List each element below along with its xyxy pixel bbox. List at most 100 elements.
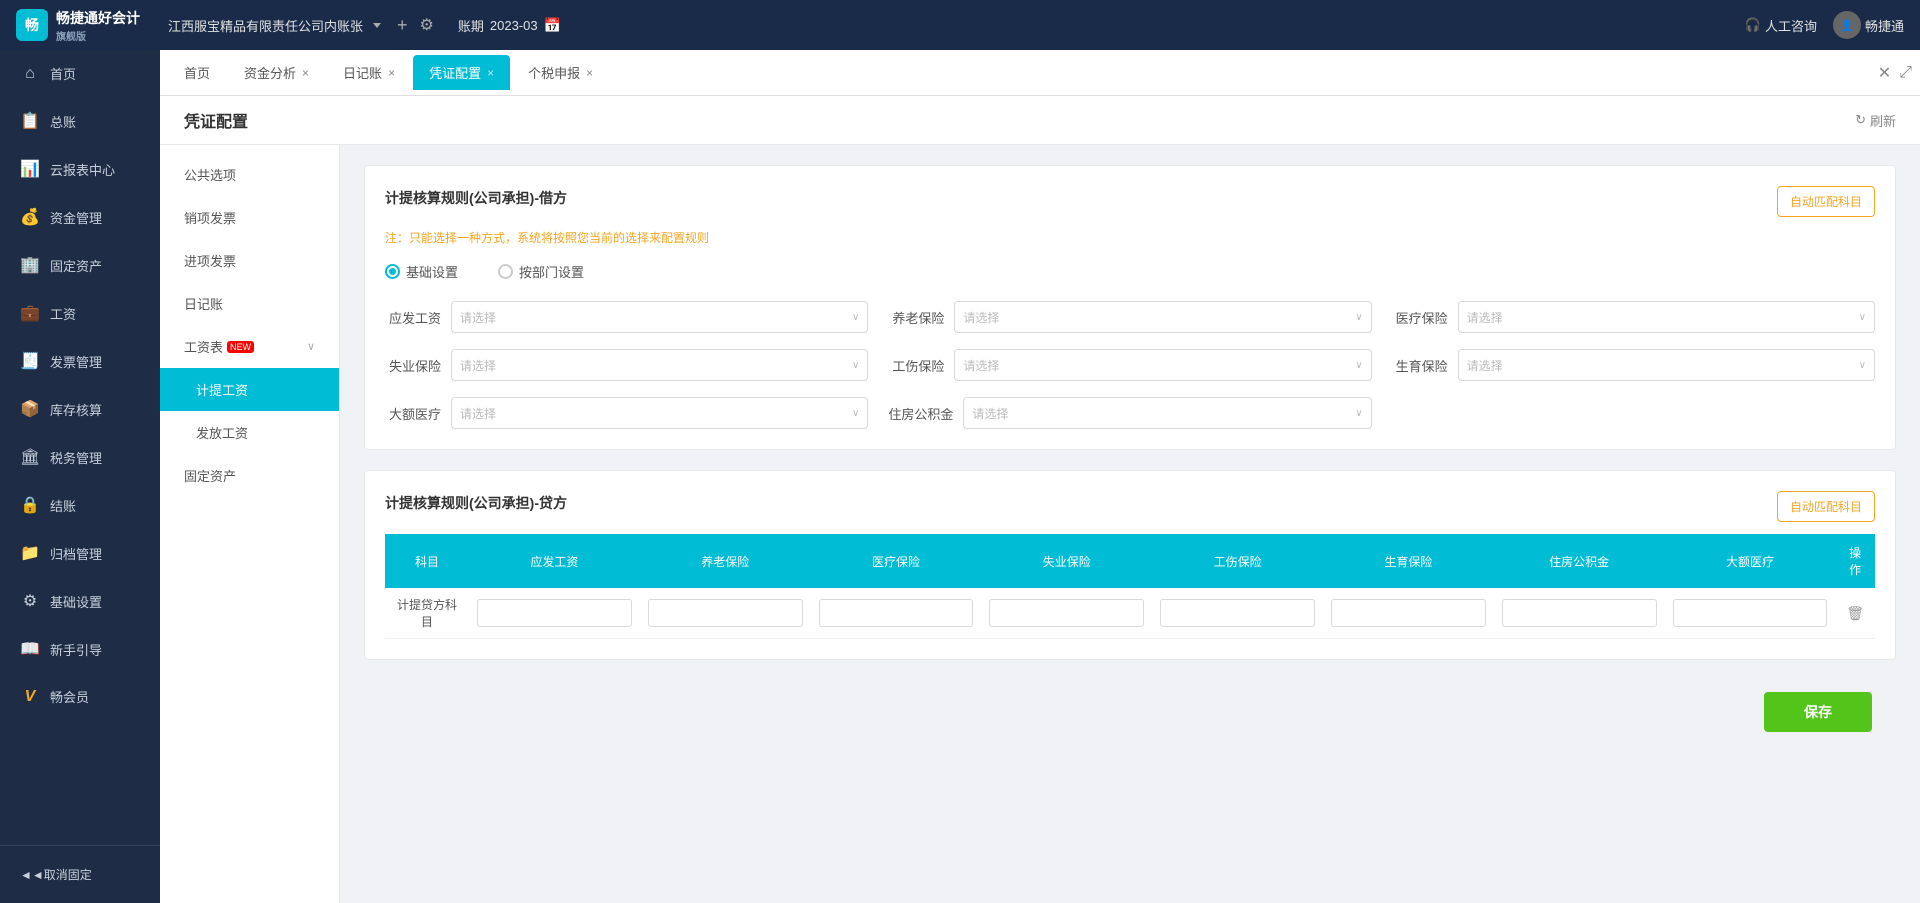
ledger-icon: 📋 — [20, 111, 40, 131]
input-credit-dae[interactable] — [1673, 599, 1828, 627]
sidebar-item-guide[interactable]: 📖 新手引导 — [0, 625, 160, 673]
sidebar-label-close: 结账 — [50, 496, 76, 515]
label-shengyu: 生育保险 — [1392, 356, 1448, 375]
input-credit-shiye[interactable] — [989, 599, 1144, 627]
col-subject: 科目 — [385, 534, 469, 588]
company-selector[interactable]: 江西服宝精品有限责任公司内账张 — [168, 16, 381, 35]
select-shengyu[interactable]: 请选择 ∨ — [1458, 349, 1875, 381]
input-credit-yiliao[interactable] — [819, 599, 974, 627]
refresh-icon: ↻ — [1855, 112, 1866, 128]
sidebar-item-tax[interactable]: 🏛 税务管理 — [0, 433, 160, 481]
tab-fund[interactable]: 资金分析 × — [228, 55, 325, 90]
period-selector[interactable]: 账期 2023-03 📅 — [458, 16, 561, 35]
sidebar-label-fund: 资金管理 — [50, 208, 102, 227]
sidebar-item-vip[interactable]: V 畅会员 — [0, 673, 160, 720]
credit-auto-match-btn[interactable]: 自动匹配科目 — [1777, 491, 1875, 522]
tab-tax-close[interactable]: × — [586, 66, 593, 80]
select-shengyu-arrow: ∨ — [1859, 360, 1866, 371]
tab-tax[interactable]: 个税申报 × — [512, 55, 609, 90]
table-header-row: 科目 应发工资 养老保险 医疗保险 失业保险 工伤保险 生育保险 住房公积金 大… — [385, 534, 1875, 588]
sub-item-journal-label: 日记账 — [184, 297, 223, 312]
tab-fund-close[interactable]: × — [302, 66, 309, 80]
user-profile[interactable]: 👤 畅捷通 — [1833, 11, 1904, 39]
sidebar-item-inventory[interactable]: 📦 库存核算 — [0, 385, 160, 433]
col-yiliao: 医疗保险 — [811, 534, 982, 588]
sidebar-item-archive[interactable]: 📁 归档管理 — [0, 529, 160, 577]
tab-close-all-icon[interactable]: ✕ — [1878, 63, 1891, 83]
select-shiye[interactable]: 请选择 ∨ — [451, 349, 868, 381]
sidebar-item-invoice[interactable]: 🧾 发票管理 — [0, 337, 160, 385]
select-dae[interactable]: 请选择 ∨ — [451, 397, 868, 429]
sub-item-journal[interactable]: 日记账 — [160, 282, 339, 325]
tab-expand-icon[interactable]: ⤢ — [1899, 64, 1912, 82]
select-gjj[interactable]: 请选择 ∨ — [963, 397, 1371, 429]
col-gjj: 住房公积金 — [1494, 534, 1665, 588]
tab-journal-close[interactable]: × — [388, 66, 395, 80]
form-item-dae: 大额医疗 请选择 ∨ — [385, 397, 868, 429]
radio-dept[interactable]: 按部门设置 — [498, 262, 584, 281]
salary-icon: 💼 — [20, 303, 40, 323]
sub-item-pay-salary[interactable]: 发放工资 — [160, 411, 339, 454]
sidebar-item-home[interactable]: ⌂ 首页 — [0, 50, 160, 97]
delete-icon[interactable]: 🗑 — [1846, 605, 1864, 621]
save-btn[interactable]: 保存 — [1764, 692, 1872, 732]
sidebar-label-invoice: 发票管理 — [50, 352, 102, 371]
col-dae: 大额医疗 — [1665, 534, 1836, 588]
sub-item-accrue-salary[interactable]: 计提工资 — [160, 368, 339, 411]
select-yanglao[interactable]: 请选择 ∨ — [954, 301, 1371, 333]
consult-btn[interactable]: 🎧 人工咨询 — [1745, 16, 1817, 35]
select-yiliao[interactable]: 请选择 ∨ — [1458, 301, 1875, 333]
tab-home[interactable]: 首页 — [168, 55, 226, 90]
sidebar-item-close[interactable]: 🔒 结账 — [0, 481, 160, 529]
select-gongshang[interactable]: 请选择 ∨ — [954, 349, 1371, 381]
select-shiye-placeholder: 请选择 — [460, 357, 496, 374]
sidebar-item-fund[interactable]: 💰 资金管理 — [0, 193, 160, 241]
debit-auto-match-btn[interactable]: 自动匹配科目 — [1777, 186, 1875, 217]
select-yingfa-arrow: ∨ — [852, 312, 859, 323]
input-credit-shengyu[interactable] — [1331, 599, 1486, 627]
sidebar-item-reports[interactable]: 📊 云报表中心 — [0, 145, 160, 193]
avatar: 👤 — [1833, 11, 1861, 39]
debit-form-grid: 应发工资 请选择 ∨ 养老保险 请选择 ∨ — [385, 301, 1875, 429]
sub-item-fixed-assets[interactable]: 固定资产 — [160, 454, 339, 497]
cell-dae — [1665, 588, 1836, 639]
input-credit-gjj[interactable] — [1502, 599, 1657, 627]
guide-icon: 📖 — [20, 639, 40, 659]
add-account-btn[interactable]: + — [397, 15, 408, 36]
sidebar-label-assets: 固定资产 — [50, 256, 102, 275]
tax-icon: 🏛 — [20, 447, 40, 467]
cancel-fixed-btn[interactable]: ◄◄取消固定 — [0, 856, 160, 893]
refresh-btn[interactable]: ↻ 刷新 — [1855, 111, 1896, 130]
radio-basic[interactable]: 基础设置 — [385, 262, 458, 281]
sub-item-purchase-invoice[interactable]: 进项发票 — [160, 239, 339, 282]
col-shengyu: 生育保险 — [1323, 534, 1494, 588]
tab-journal[interactable]: 日记账 × — [327, 55, 411, 90]
input-credit-yanglao[interactable] — [648, 599, 803, 627]
select-yingfa-placeholder: 请选择 — [460, 309, 496, 326]
sidebar-item-ledger[interactable]: 📋 总账 — [0, 97, 160, 145]
tab-voucher-close[interactable]: × — [487, 66, 494, 80]
sub-item-salary-table[interactable]: 工资表 NEW ∨ — [160, 325, 339, 368]
sidebar-item-salary[interactable]: 💼 工资 — [0, 289, 160, 337]
sidebar-item-assets[interactable]: 🏢 固定资产 — [0, 241, 160, 289]
label-gjj: 住房公积金 — [888, 404, 953, 423]
tab-home-label: 首页 — [184, 63, 210, 82]
input-credit-gongshang[interactable] — [1160, 599, 1315, 627]
sidebar-item-basic[interactable]: ⚙ 基础设置 — [0, 577, 160, 625]
input-credit-yingfa[interactable] — [477, 599, 632, 627]
app-name: 畅捷通好会计 — [56, 8, 140, 28]
archive-icon: 📁 — [20, 543, 40, 563]
radio-basic-circle — [385, 264, 400, 279]
debit-section-note: 注：只能选择一种方式，系统将按照您当前的选择来配置规则 — [385, 229, 1875, 246]
vip-icon: V — [20, 688, 40, 706]
settings-icon[interactable]: ⚙ — [420, 15, 434, 35]
select-yingfa[interactable]: 请选择 ∨ — [451, 301, 868, 333]
tab-voucher-config[interactable]: 凭证配置 × — [413, 55, 510, 90]
cell-op: 🗑 — [1835, 588, 1875, 639]
calendar-icon: 📅 — [544, 17, 561, 34]
label-yingfa: 应发工资 — [385, 308, 441, 327]
cell-yiliao — [811, 588, 982, 639]
select-shiye-arrow: ∨ — [852, 360, 859, 371]
sub-item-public[interactable]: 公共选项 — [160, 153, 339, 196]
sub-item-sales-invoice[interactable]: 销项发票 — [160, 196, 339, 239]
